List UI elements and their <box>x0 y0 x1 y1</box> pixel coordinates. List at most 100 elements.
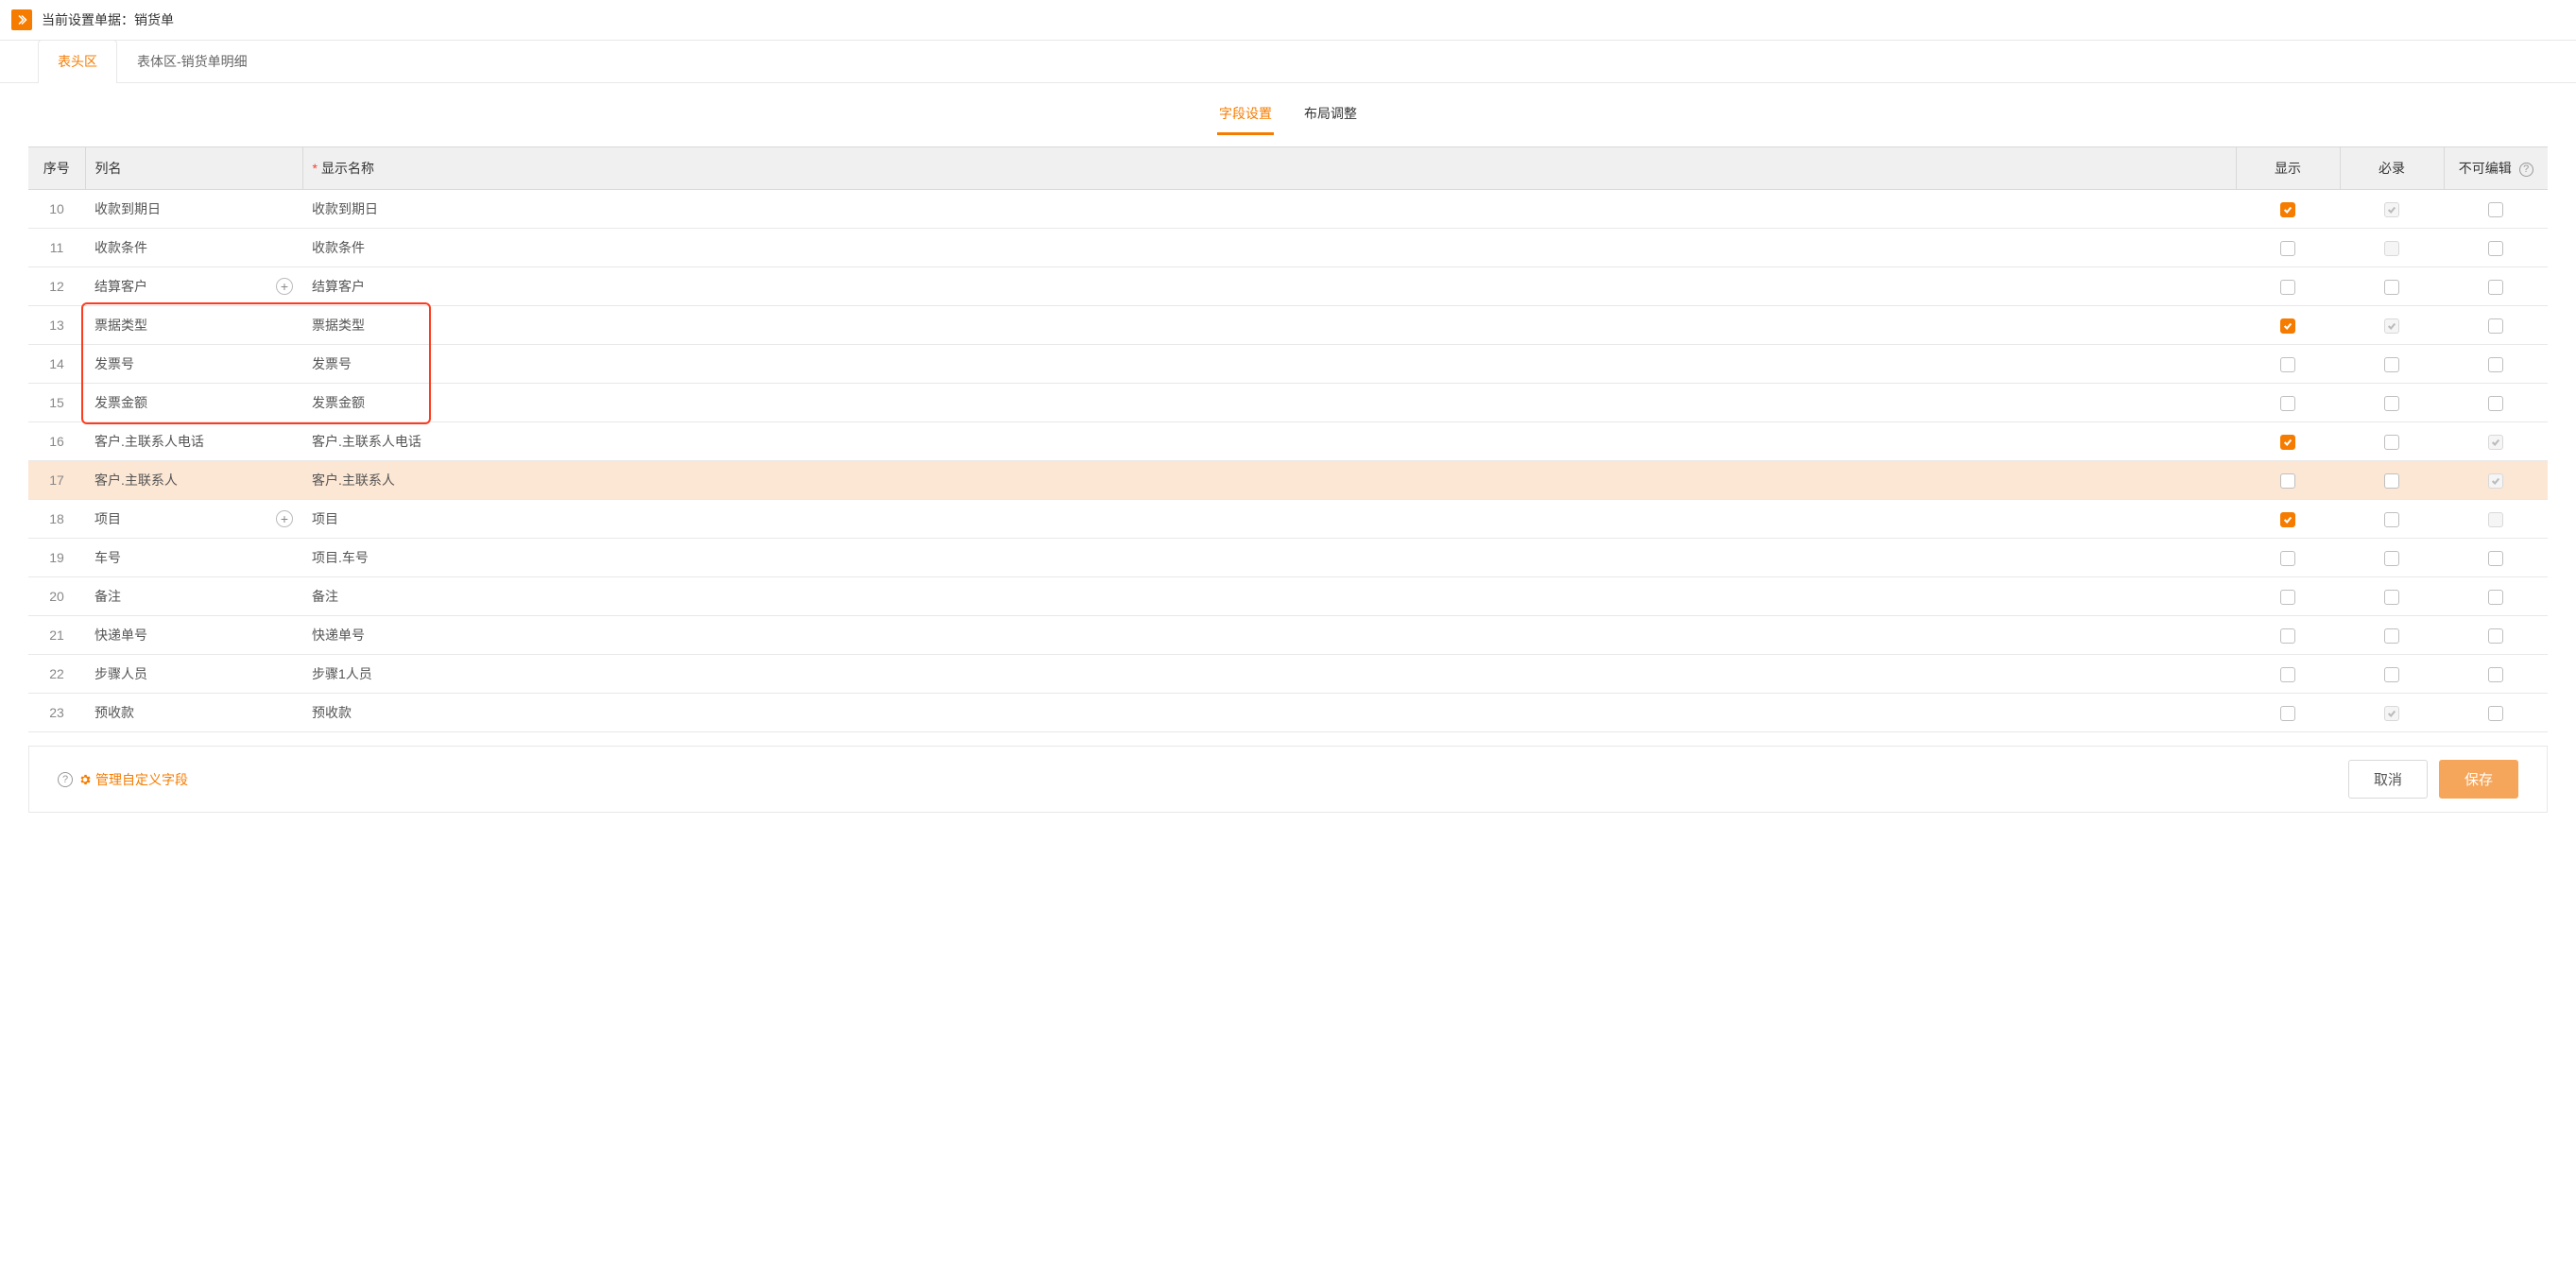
checkbox-noedit[interactable] <box>2488 706 2503 721</box>
cell-name: 收款条件 <box>85 229 302 267</box>
cell-display[interactable]: 结算客户 <box>302 267 2236 306</box>
sub-tab-1[interactable]: 布局调整 <box>1302 98 1359 135</box>
table-row: 19车号项目.车号 <box>28 539 2548 577</box>
checkbox-show[interactable] <box>2280 280 2295 295</box>
checkbox-required[interactable] <box>2384 590 2399 605</box>
checkbox-show[interactable] <box>2280 628 2295 644</box>
cell-display[interactable]: 备注 <box>302 577 2236 616</box>
col-header-seq: 序号 <box>28 147 85 190</box>
checkbox-required[interactable] <box>2384 512 2399 527</box>
cell-name: 车号 <box>85 539 302 577</box>
cell-noedit <box>2444 539 2548 577</box>
cell-noedit <box>2444 422 2548 461</box>
cell-show <box>2236 539 2340 577</box>
cell-noedit <box>2444 461 2548 500</box>
cell-name: 预收款 <box>85 694 302 732</box>
checkbox-show[interactable] <box>2280 667 2295 682</box>
cell-seq: 12 <box>28 267 85 306</box>
checkbox-show[interactable] <box>2280 512 2295 527</box>
checkbox-noedit[interactable] <box>2488 318 2503 334</box>
checkbox-required[interactable] <box>2384 280 2399 295</box>
checkbox-noedit[interactable] <box>2488 280 2503 295</box>
cell-noedit <box>2444 306 2548 345</box>
checkbox-noedit[interactable] <box>2488 241 2503 256</box>
checkbox-noedit[interactable] <box>2488 357 2503 372</box>
cell-display[interactable]: 发票金额 <box>302 384 2236 422</box>
cell-seq: 15 <box>28 384 85 422</box>
tab-0[interactable]: 表头区 <box>38 40 117 83</box>
checkbox-required[interactable] <box>2384 628 2399 644</box>
checkbox-show[interactable] <box>2280 396 2295 411</box>
checkbox-show[interactable] <box>2280 706 2295 721</box>
checkbox-required[interactable] <box>2384 667 2399 682</box>
table-row: 20备注备注 <box>28 577 2548 616</box>
checkbox-show[interactable] <box>2280 241 2295 256</box>
checkbox-noedit[interactable] <box>2488 202 2503 217</box>
col-header-noedit: 不可编辑 ? <box>2444 147 2548 190</box>
cell-display[interactable]: 客户.主联系人 <box>302 461 2236 500</box>
checkbox-required[interactable] <box>2384 357 2399 372</box>
manage-custom-fields-link[interactable]: 管理自定义字段 <box>78 770 188 789</box>
plus-icon[interactable]: + <box>276 510 293 527</box>
checkbox-required[interactable] <box>2384 396 2399 411</box>
cell-noedit <box>2444 655 2548 694</box>
cell-display[interactable]: 发票号 <box>302 345 2236 384</box>
checkbox-noedit[interactable] <box>2488 551 2503 566</box>
help-icon[interactable]: ? <box>2519 163 2533 177</box>
cell-show <box>2236 345 2340 384</box>
cell-seq: 16 <box>28 422 85 461</box>
tab-1[interactable]: 表体区-销货单明细 <box>117 40 267 82</box>
checkbox-required[interactable] <box>2384 435 2399 450</box>
cell-display[interactable]: 收款到期日 <box>302 190 2236 229</box>
col-header-display: *显示名称 <box>302 147 2236 190</box>
cell-noedit <box>2444 500 2548 539</box>
checkbox-required[interactable] <box>2384 551 2399 566</box>
cell-display[interactable]: 收款条件 <box>302 229 2236 267</box>
cell-display[interactable]: 项目 <box>302 500 2236 539</box>
checkbox-show[interactable] <box>2280 551 2295 566</box>
question-icon[interactable]: ? <box>58 772 73 787</box>
cell-required <box>2340 422 2444 461</box>
col-header-show: 显示 <box>2236 147 2340 190</box>
checkbox-noedit[interactable] <box>2488 396 2503 411</box>
cell-display[interactable]: 步骤1人员 <box>302 655 2236 694</box>
cell-name: 步骤人员 <box>85 655 302 694</box>
checkbox-noedit <box>2488 512 2503 527</box>
checkbox-noedit[interactable] <box>2488 628 2503 644</box>
checkbox-noedit[interactable] <box>2488 667 2503 682</box>
cell-noedit <box>2444 267 2548 306</box>
cell-noedit <box>2444 345 2548 384</box>
cancel-button[interactable]: 取消 <box>2348 760 2428 799</box>
checkbox-noedit[interactable] <box>2488 590 2503 605</box>
checkbox-show[interactable] <box>2280 202 2295 217</box>
cell-seq: 14 <box>28 345 85 384</box>
table-row: 18项目+项目 <box>28 500 2548 539</box>
cell-display[interactable]: 票据类型 <box>302 306 2236 345</box>
checkbox-show[interactable] <box>2280 435 2295 450</box>
cell-required <box>2340 461 2444 500</box>
checkbox-show[interactable] <box>2280 357 2295 372</box>
checkbox-show[interactable] <box>2280 473 2295 489</box>
footer: ? 管理自定义字段 取消 保存 <box>28 746 2548 813</box>
gear-icon <box>78 773 92 786</box>
table-row: 10收款到期日收款到期日 <box>28 190 2548 229</box>
cell-name: 收款到期日 <box>85 190 302 229</box>
save-button[interactable]: 保存 <box>2439 760 2518 799</box>
checkbox-required[interactable] <box>2384 473 2399 489</box>
checkbox-show[interactable] <box>2280 318 2295 334</box>
cell-seq: 22 <box>28 655 85 694</box>
expand-button[interactable] <box>11 9 32 30</box>
cell-required <box>2340 500 2444 539</box>
table-row: 21快递单号快递单号 <box>28 616 2548 655</box>
col-header-name: 列名 <box>85 147 302 190</box>
cell-display[interactable]: 预收款 <box>302 694 2236 732</box>
sub-tab-0[interactable]: 字段设置 <box>1217 98 1274 135</box>
checkbox-required <box>2384 202 2399 217</box>
cell-display[interactable]: 项目.车号 <box>302 539 2236 577</box>
plus-icon[interactable]: + <box>276 278 293 295</box>
cell-display[interactable]: 客户.主联系人电话 <box>302 422 2236 461</box>
cell-seq: 13 <box>28 306 85 345</box>
cell-seq: 18 <box>28 500 85 539</box>
cell-display[interactable]: 快递单号 <box>302 616 2236 655</box>
checkbox-show[interactable] <box>2280 590 2295 605</box>
